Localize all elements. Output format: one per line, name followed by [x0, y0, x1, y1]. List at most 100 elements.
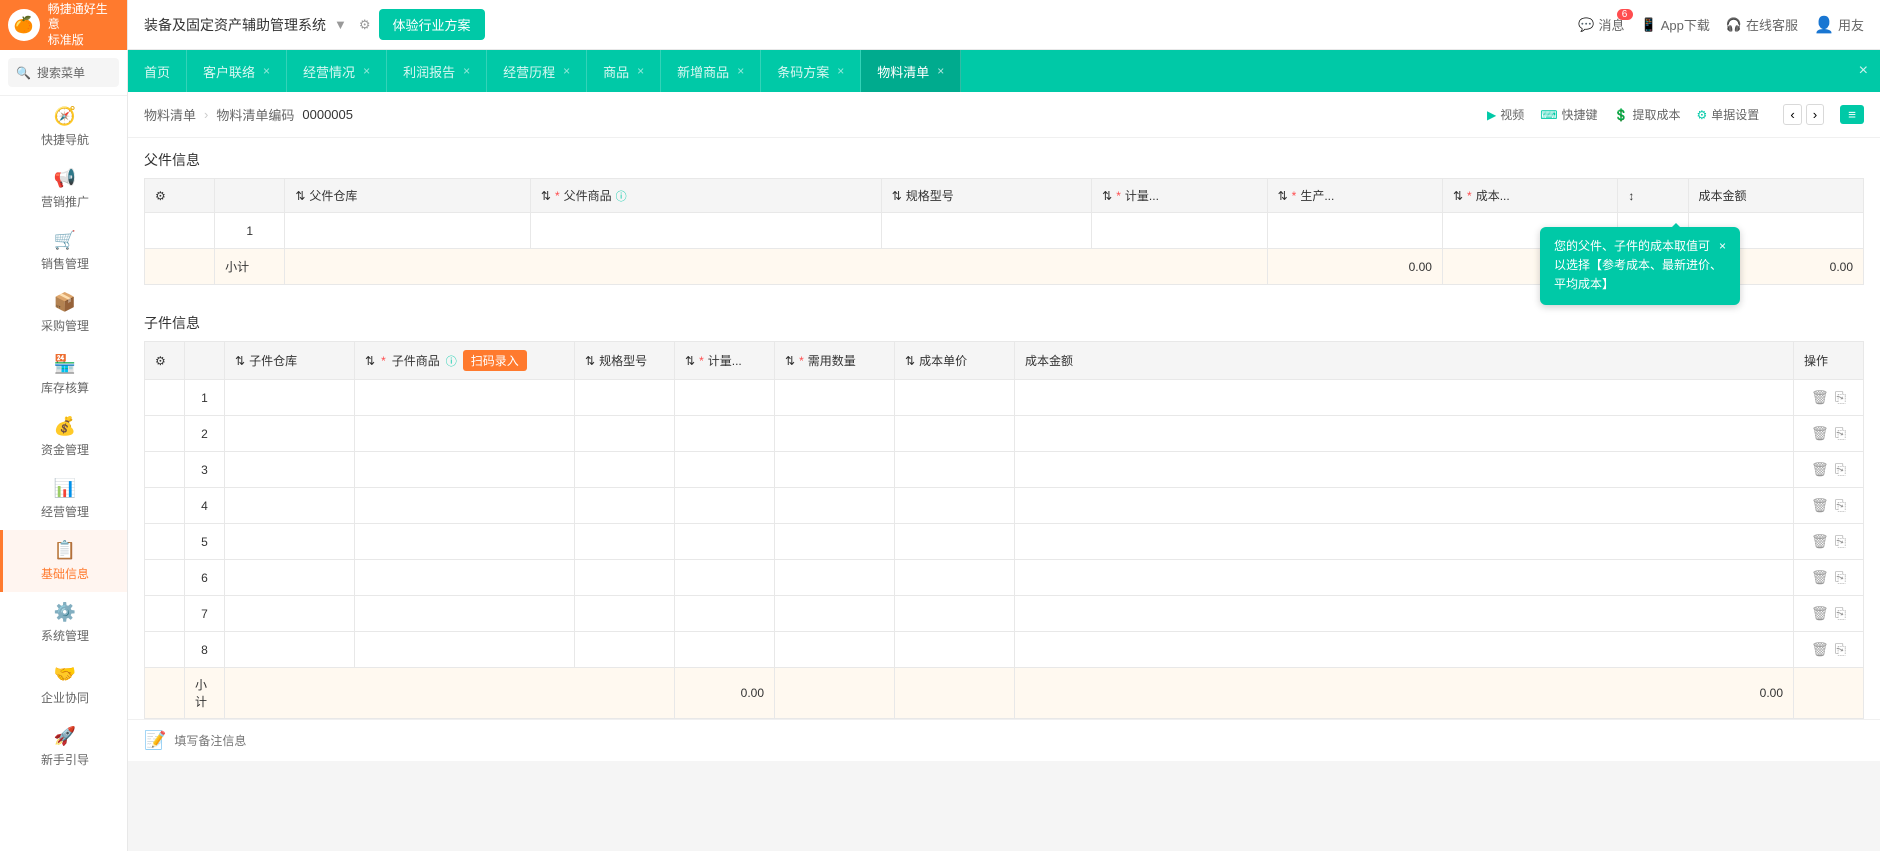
breadcrumb-bom[interactable]: 物料清单 [144, 105, 196, 124]
tab-profit[interactable]: 利润报告 × [387, 50, 487, 92]
child-row2-spec[interactable] [575, 416, 675, 452]
tooltip-close-button[interactable]: × [1719, 237, 1726, 256]
tab-home[interactable]: 首页 [128, 50, 187, 92]
child-product-sort-icon[interactable]: ⇅ [365, 354, 375, 368]
list-view-button[interactable]: ≡ [1840, 105, 1864, 124]
copy-icon[interactable]: ⎘ [1835, 497, 1846, 514]
tab-customer-close[interactable]: × [263, 64, 270, 78]
tab-operations-close[interactable]: × [363, 64, 370, 78]
child-row1-measure[interactable] [675, 380, 775, 416]
delete-icon[interactable]: 🗑 [1811, 461, 1829, 478]
child-row8-qty[interactable] [775, 632, 895, 668]
child-price-sort-icon[interactable]: ⇅ [905, 354, 915, 368]
child-row2-price[interactable] [895, 416, 1015, 452]
delete-icon[interactable]: 🗑 [1811, 641, 1829, 658]
tab-bom[interactable]: 物料清单 × [861, 50, 961, 92]
sidebar-item-guide[interactable]: 🚀 新手引导 [0, 716, 127, 778]
tab-profit-close[interactable]: × [463, 64, 470, 78]
child-col-settings[interactable]: ⚙ [145, 342, 185, 380]
child-measure-sort-icon[interactable]: ⇅ [685, 354, 695, 368]
online-service-action[interactable]: 🎧 在线客服 [1726, 15, 1798, 34]
parent-col-settings[interactable]: ⚙ [145, 179, 215, 213]
breadcrumb-code-label[interactable]: 物料清单编码 [216, 105, 294, 124]
child-row4-product[interactable] [355, 488, 575, 524]
search-menu-button[interactable]: 🔍 搜索菜单 [8, 58, 119, 87]
parent-sort-icon[interactable]: ↕ [1628, 189, 1634, 203]
child-warehouse-sort-icon[interactable]: ⇅ [235, 354, 245, 368]
delete-icon[interactable]: 🗑 [1811, 533, 1829, 550]
sidebar-item-basic-info[interactable]: 📋 基础信息 [0, 530, 127, 592]
child-row5-qty[interactable] [775, 524, 895, 560]
copy-icon[interactable]: ⎘ [1835, 605, 1846, 622]
child-row2-warehouse[interactable] [225, 416, 355, 452]
tab-products[interactable]: 商品 × [587, 50, 661, 92]
child-row5-measure[interactable] [675, 524, 775, 560]
sidebar-item-operations[interactable]: 📊 经营管理 [0, 468, 127, 530]
tab-products-close[interactable]: × [637, 64, 644, 78]
tab-customer[interactable]: 客户联络 × [187, 50, 287, 92]
child-row7-qty[interactable] [775, 596, 895, 632]
child-row5-warehouse[interactable] [225, 524, 355, 560]
extract-cost-action[interactable]: 💲 提取成本 [1614, 106, 1681, 123]
child-row5-price[interactable] [895, 524, 1015, 560]
parent-spec-sort-icon[interactable]: ⇅ [892, 189, 902, 203]
copy-icon[interactable]: ⎘ [1835, 425, 1846, 442]
copy-icon[interactable]: ⎘ [1835, 641, 1846, 658]
child-row7-price[interactable] [895, 596, 1015, 632]
dropdown-arrow-icon[interactable]: ▼ [334, 17, 347, 32]
child-row6-spec[interactable] [575, 560, 675, 596]
child-row8-price[interactable] [895, 632, 1015, 668]
delete-icon[interactable]: 🗑 [1811, 425, 1829, 442]
copy-icon[interactable]: ⎘ [1835, 389, 1846, 406]
parent-measure-sort-icon[interactable]: ⇅ [1102, 189, 1112, 203]
parent-row1-produce[interactable] [1267, 213, 1442, 249]
sidebar-item-system[interactable]: ⚙️ 系统管理 [0, 592, 127, 654]
delete-icon[interactable]: 🗑 [1811, 389, 1829, 406]
delete-icon[interactable]: 🗑 [1811, 497, 1829, 514]
child-row7-spec[interactable] [575, 596, 675, 632]
child-row8-measure[interactable] [675, 632, 775, 668]
child-row6-measure[interactable] [675, 560, 775, 596]
copy-icon[interactable]: ⎘ [1835, 461, 1846, 478]
child-row1-warehouse[interactable] [225, 380, 355, 416]
child-row6-price[interactable] [895, 560, 1015, 596]
child-row3-measure[interactable] [675, 452, 775, 488]
settings-icon[interactable]: ⚙ [359, 17, 371, 33]
sidebar-item-purchase[interactable]: 📦 采购管理 [0, 282, 127, 344]
child-row4-measure[interactable] [675, 488, 775, 524]
parent-row1-spec[interactable] [881, 213, 1091, 249]
child-row3-price[interactable] [895, 452, 1015, 488]
tab-barcode-close[interactable]: × [837, 64, 844, 78]
tab-new-product[interactable]: 新增商品 × [661, 50, 761, 92]
copy-icon[interactable]: ⎘ [1835, 569, 1846, 586]
child-row3-product[interactable] [355, 452, 575, 488]
child-qty-sort-icon[interactable]: ⇅ [785, 354, 795, 368]
tab-new-product-close[interactable]: × [737, 64, 744, 78]
parent-cost-sort-icon[interactable]: ⇅ [1453, 189, 1463, 203]
child-row4-qty[interactable] [775, 488, 895, 524]
child-row3-qty[interactable] [775, 452, 895, 488]
parent-produce-sort-icon[interactable]: ⇅ [1278, 189, 1288, 203]
nav-close-all[interactable]: × [1847, 62, 1880, 80]
child-row7-product[interactable] [355, 596, 575, 632]
child-row7-measure[interactable] [675, 596, 775, 632]
child-row6-qty[interactable] [775, 560, 895, 596]
child-row4-warehouse[interactable] [225, 488, 355, 524]
scan-input-button[interactable]: 扫码录入 [463, 350, 527, 371]
video-action[interactable]: ▶ 视频 [1487, 106, 1524, 123]
parent-product-sort-icon[interactable]: ⇅ [541, 189, 551, 203]
child-row5-product[interactable] [355, 524, 575, 560]
app-download-action[interactable]: 📱 App下载 [1641, 15, 1710, 34]
parent-row1-warehouse[interactable] [285, 213, 531, 249]
copy-icon[interactable]: ⎘ [1835, 533, 1846, 550]
tab-history-close[interactable]: × [563, 64, 570, 78]
child-row5-spec[interactable] [575, 524, 675, 560]
single-settings-action[interactable]: ⚙ 单据设置 [1697, 106, 1760, 123]
child-row2-qty[interactable] [775, 416, 895, 452]
sidebar-item-marketing[interactable]: 📢 营销推广 [0, 158, 127, 220]
sidebar-item-quick-nav[interactable]: 🧭 快捷导航 [0, 96, 127, 158]
child-row1-price[interactable] [895, 380, 1015, 416]
child-row1-product[interactable] [355, 380, 575, 416]
shortcut-action[interactable]: ⌨ 快捷键 [1540, 106, 1597, 123]
child-row2-product[interactable] [355, 416, 575, 452]
